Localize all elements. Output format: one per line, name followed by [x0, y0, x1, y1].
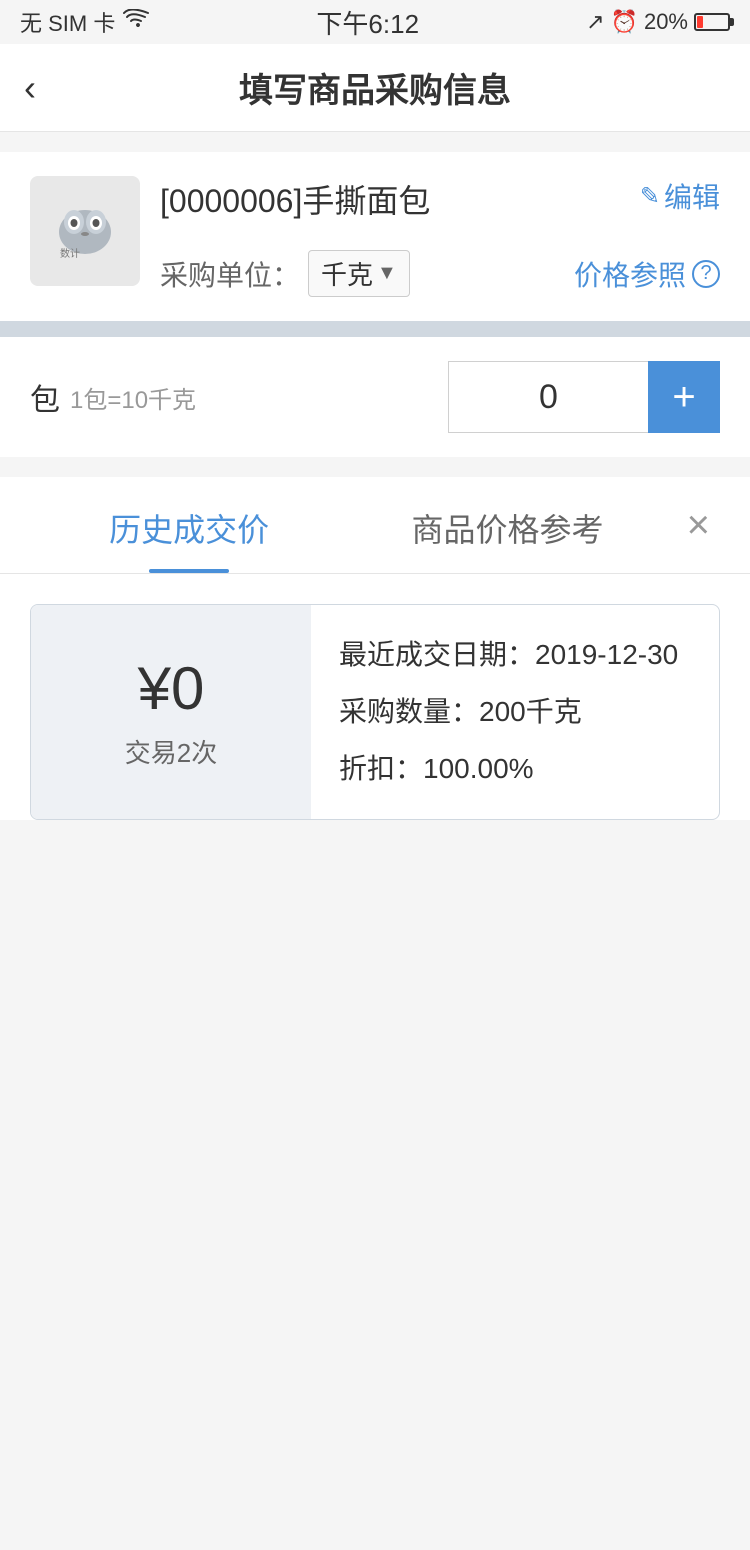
battery-percent: 20% [644, 9, 688, 35]
product-info: [0000006]手撕面包 ✎ 编辑 采购单位： 千克 ▼ 价格参照 ? [160, 176, 720, 297]
discount-value: 100.00% [423, 753, 534, 784]
quantity-label: 包 1包=10千克 [30, 375, 196, 419]
divider-strip [0, 321, 750, 337]
price-currency: ¥ [138, 655, 171, 722]
price-ref-label: 价格参照 [574, 254, 686, 294]
price-detail-discount: 折扣：100.00% [339, 749, 691, 788]
quantity-label-text: 采购数量： [339, 696, 479, 727]
battery-icon [694, 13, 730, 31]
status-right: ↗ ⏰ 20% [586, 9, 730, 35]
quantity-control: + [448, 361, 720, 433]
unit-label: 采购单位： [160, 254, 300, 294]
tab-product-label: 商品价格参考 [411, 512, 603, 548]
quantity-plus-button[interactable]: + [648, 361, 720, 433]
pack-label: 包 [30, 375, 60, 419]
svg-text:数计: 数计 [60, 247, 80, 260]
product-name: [0000006]手撕面包 [160, 176, 640, 222]
help-icon: ? [692, 260, 720, 288]
tab-product-price[interactable]: 商品价格参考 [348, 477, 666, 573]
price-trades: 交易2次 [125, 733, 217, 770]
tab-history-label: 历史成交价 [109, 512, 269, 548]
price-card: ¥0 交易2次 最近成交日期：2019-12-30 采购数量：200千克 折扣：… [30, 604, 720, 820]
edit-button[interactable]: ✎ 编辑 [640, 176, 720, 216]
alarm-icon: ⏰ [611, 9, 638, 35]
tab-section: 历史成交价 商品价格参考 × ¥0 交易2次 最近成交日期：2019-12-30… [0, 477, 750, 820]
tab-close-button[interactable]: × [677, 493, 720, 558]
nav-bar: ‹ 填写商品采购信息 [0, 44, 750, 132]
quantity-value-text: 200千克 [479, 696, 582, 727]
product-thumbnail: 数计 [30, 176, 140, 286]
date-label: 最近成交日期： [339, 639, 535, 670]
status-bar: 无 SIM 卡 下午6:12 ↗ ⏰ 20% [0, 0, 750, 44]
quantity-input[interactable] [448, 361, 648, 433]
back-button[interactable]: ‹ [24, 67, 36, 109]
edit-icon: ✎ [640, 182, 660, 211]
price-detail-date: 最近成交日期：2019-12-30 [339, 635, 691, 674]
wifi-icon [123, 9, 149, 35]
price-reference-button[interactable]: 价格参照 ? [574, 254, 720, 294]
price-amount: ¥0 [138, 654, 205, 723]
edit-label: 编辑 [664, 176, 720, 216]
unit-arrow-icon: ▼ [377, 262, 397, 285]
status-time: 下午6:12 [316, 4, 419, 41]
product-unit-row: 采购单位： 千克 ▼ 价格参照 ? [160, 250, 720, 297]
tab-history-price[interactable]: 历史成交价 [30, 477, 348, 573]
date-value: 2019-12-30 [535, 639, 678, 670]
unit-selector[interactable]: 千克 ▼ [308, 250, 410, 297]
quantity-row: 包 1包=10千克 + [0, 337, 750, 457]
carrier-text: 无 SIM 卡 [20, 6, 115, 38]
status-left: 无 SIM 卡 [20, 6, 149, 38]
price-right-panel: 最近成交日期：2019-12-30 采购数量：200千克 折扣：100.00% [311, 605, 719, 819]
unit-section: 采购单位： 千克 ▼ [160, 250, 410, 297]
discount-label: 折扣： [339, 753, 423, 784]
product-logo: 数计 [50, 192, 120, 271]
tab-underline [149, 569, 229, 573]
unit-value: 千克 [321, 255, 373, 292]
location-icon: ↗ [586, 9, 604, 35]
product-header: [0000006]手撕面包 ✎ 编辑 [160, 176, 720, 222]
price-left-panel: ¥0 交易2次 [31, 605, 311, 819]
tab-bar: 历史成交价 商品价格参考 × [0, 477, 750, 574]
main-content [0, 850, 750, 1550]
price-detail-quantity: 采购数量：200千克 [339, 692, 691, 731]
pack-ratio: 1包=10千克 [70, 380, 196, 415]
page-title: 填写商品采购信息 [239, 63, 511, 112]
product-card: 数计 [0000006]手撕面包 ✎ 编辑 采购单位： 千克 ▼ 价格参照 ? [0, 152, 750, 321]
price-value: 0 [171, 655, 204, 722]
